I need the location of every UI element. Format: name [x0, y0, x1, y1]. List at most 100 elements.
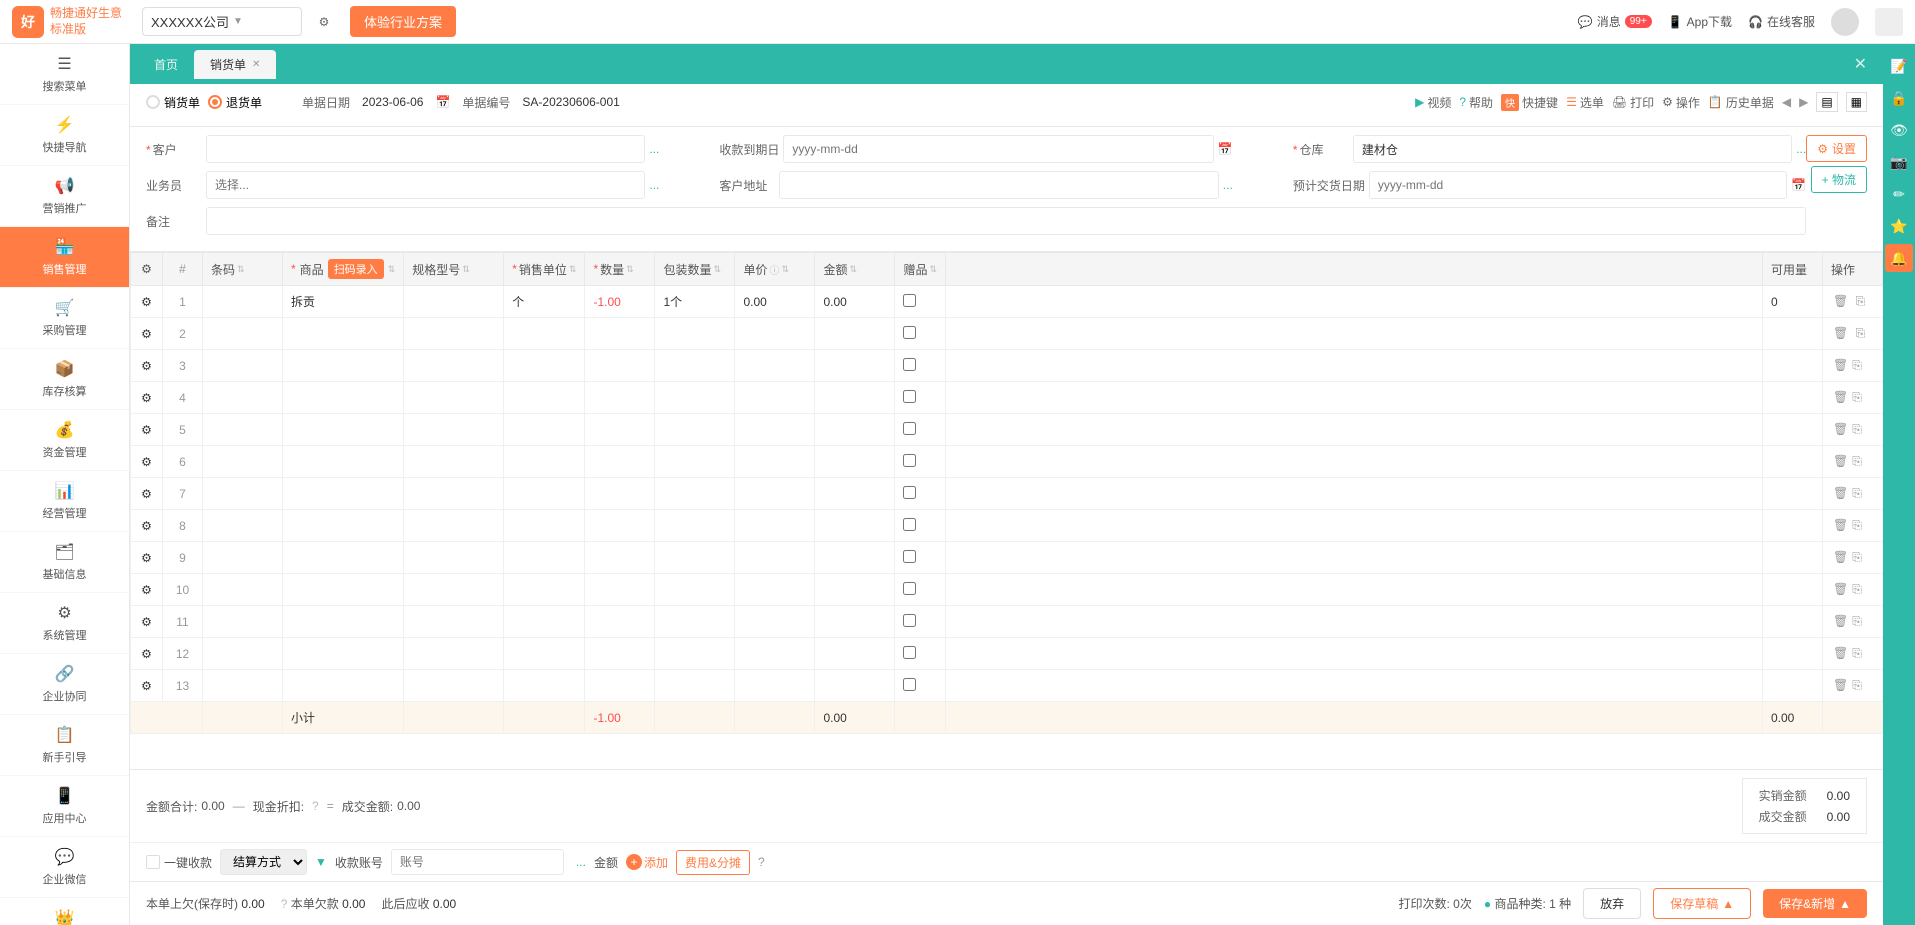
td-q-6[interactable] [585, 446, 655, 478]
td-pk-6[interactable] [655, 446, 735, 478]
del-7[interactable]: 🗑 [1833, 486, 1848, 500]
td-u-13[interactable] [504, 670, 585, 702]
nav-prev-icon[interactable]: ◀ [1782, 95, 1791, 109]
td-settings-1[interactable]: ⚙ [131, 286, 163, 318]
right-sidebar-camera[interactable]: 📷 [1885, 148, 1913, 176]
td-u-9[interactable] [504, 542, 585, 574]
sidebar-item-marketing[interactable]: 📢 营销推广 [0, 166, 129, 227]
copy-row-1-icon[interactable]: ⎘ [1856, 294, 1866, 308]
sidebar-item-sales[interactable]: 🏪 销售管理 [0, 227, 129, 288]
right-sidebar-edit[interactable]: ✏ [1885, 180, 1913, 208]
td-g-12[interactable] [895, 638, 946, 670]
gift-checkbox-1[interactable] [903, 294, 916, 307]
td-pr-13[interactable] [735, 670, 815, 702]
settings-icon[interactable]: ⚙ [310, 8, 338, 36]
td-q-7[interactable] [585, 478, 655, 510]
td-pr-7[interactable] [735, 478, 815, 510]
td-pk-10[interactable] [655, 574, 735, 606]
td-s-8[interactable]: ⚙ [131, 510, 163, 542]
sidebar-item-search[interactable]: ☰ 搜索菜单 [0, 44, 129, 105]
gift-checkbox-3[interactable] [903, 358, 916, 371]
delete-row-1-icon[interactable]: 🗑 [1833, 294, 1848, 308]
account-input[interactable] [391, 849, 564, 875]
td-g-13[interactable] [895, 670, 946, 702]
td-qty-2[interactable] [585, 318, 655, 350]
td-pk-13[interactable] [655, 670, 735, 702]
delete-row-2-icon[interactable]: 🗑 [1833, 326, 1848, 340]
cp-11[interactable]: ⎘ [1852, 614, 1862, 628]
warehouse-input[interactable] [1353, 135, 1792, 163]
discard-button[interactable]: 放弃 [1583, 888, 1641, 919]
td-a-4[interactable] [815, 382, 895, 414]
td-pr-9[interactable] [735, 542, 815, 574]
td-sp-5[interactable] [404, 414, 504, 446]
td-g-3[interactable] [895, 350, 946, 382]
online-service-btn[interactable]: 🎧 在线客服 [1748, 13, 1815, 30]
td-barcode-2[interactable] [203, 318, 283, 350]
td-s-7[interactable]: ⚙ [131, 478, 163, 510]
td-sp-3[interactable] [404, 350, 504, 382]
sidebar-item-operations[interactable]: 📊 经营管理 [0, 471, 129, 532]
td-g-8[interactable] [895, 510, 946, 542]
td-barcode-1[interactable] [203, 286, 283, 318]
cp-10[interactable]: ⎘ [1852, 582, 1862, 596]
print-link[interactable]: 🖨 打印 [1612, 94, 1654, 111]
del-13[interactable]: 🗑 [1833, 678, 1848, 692]
sidebar-item-members[interactable]: 👑 畅会员 [0, 898, 129, 925]
help-link[interactable]: ? 帮助 [1459, 94, 1493, 111]
td-pk-7[interactable] [655, 478, 735, 510]
sidebar-item-collab[interactable]: 🔗 企业协同 [0, 654, 129, 715]
td-q-10[interactable] [585, 574, 655, 606]
th-gift[interactable]: 赠品⇅ [895, 253, 946, 286]
td-sp-9[interactable] [404, 542, 504, 574]
right-sidebar-lock[interactable]: 🔒 [1885, 84, 1913, 112]
td-pk-12[interactable] [655, 638, 735, 670]
td-b-12[interactable] [203, 638, 283, 670]
del-11[interactable]: 🗑 [1833, 614, 1848, 628]
del-9[interactable]: 🗑 [1833, 550, 1848, 564]
customer-dots[interactable]: ... [649, 142, 659, 156]
td-a-12[interactable] [815, 638, 895, 670]
due-date-input[interactable] [783, 135, 1213, 163]
cp-7[interactable]: ⎘ [1852, 486, 1862, 500]
gift-checkbox-7[interactable] [903, 486, 916, 499]
td-settings-2[interactable]: ⚙ [131, 318, 163, 350]
sidebar-item-quick-nav[interactable]: ⚡ 快捷导航 [0, 105, 129, 166]
th-amount[interactable]: 金额⇅ [815, 253, 895, 286]
sidebar-item-guide[interactable]: 📋 新手引导 [0, 715, 129, 776]
td-u-12[interactable] [504, 638, 585, 670]
td-p-4[interactable] [283, 382, 404, 414]
td-q-3[interactable] [585, 350, 655, 382]
td-g-6[interactable] [895, 446, 946, 478]
td-s-6[interactable]: ⚙ [131, 446, 163, 478]
td-pr-8[interactable] [735, 510, 815, 542]
gift-checkbox-10[interactable] [903, 582, 916, 595]
td-a-13[interactable] [815, 670, 895, 702]
gift-checkbox-13[interactable] [903, 678, 916, 691]
td-q-8[interactable] [585, 510, 655, 542]
del-12[interactable]: 🗑 [1833, 646, 1848, 660]
sidebar-item-basic-info[interactable]: 🗂 基础信息 [0, 532, 129, 593]
td-b-4[interactable] [203, 382, 283, 414]
td-pr-6[interactable] [735, 446, 815, 478]
td-pk-8[interactable] [655, 510, 735, 542]
cp-5[interactable]: ⎘ [1852, 422, 1862, 436]
message-btn[interactable]: 💬 消息 99+ [1578, 13, 1652, 30]
td-price-2[interactable] [735, 318, 815, 350]
td-p-10[interactable] [283, 574, 404, 606]
td-g-5[interactable] [895, 414, 946, 446]
td-sp-6[interactable] [404, 446, 504, 478]
company-selector[interactable]: XXXXXX公司 ▼ [142, 7, 302, 36]
scan-btn[interactable]: 扫码录入 [328, 259, 384, 279]
calendar-icon[interactable]: 📅 [435, 95, 450, 109]
th-spec[interactable]: 规格型号⇅ [404, 253, 504, 286]
td-q-12[interactable] [585, 638, 655, 670]
th-price[interactable]: 单价ⓘ⇅ [735, 253, 815, 286]
td-s-13[interactable]: ⚙ [131, 670, 163, 702]
salesperson-dots[interactable]: ... [649, 178, 659, 192]
sidebar-item-apps[interactable]: 📱 应用中心 [0, 776, 129, 837]
radio-sale[interactable]: 销货单 [146, 94, 200, 111]
td-s-5[interactable]: ⚙ [131, 414, 163, 446]
gift-checkbox-2[interactable] [903, 326, 916, 339]
tab-sales-order[interactable]: 销货单 ✕ [194, 50, 276, 79]
